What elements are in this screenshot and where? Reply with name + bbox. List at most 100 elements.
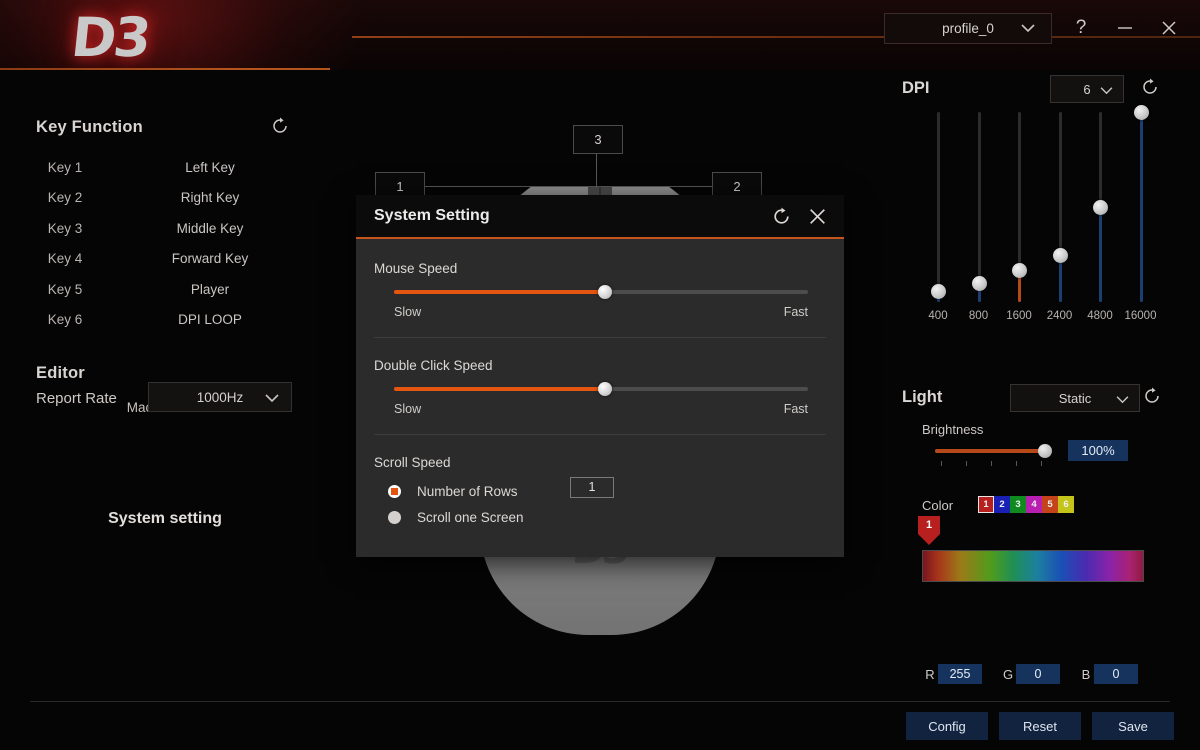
brightness-handle[interactable] — [1038, 444, 1052, 458]
key-function-list: Key 1 Left Key Key 2 Right Key Key 3 Mid… — [0, 152, 330, 335]
right-panel: DPI 6 400 800 1600 2400 4800 16000 Light Stat… — [890, 70, 1200, 700]
divider — [374, 337, 826, 338]
color-swatch[interactable]: 2 — [994, 496, 1010, 513]
mouse-speed-handle[interactable] — [598, 285, 613, 299]
brightness-label: Brightness — [922, 422, 984, 437]
scroll-screen-label: Scroll one Screen — [417, 509, 524, 525]
color-swatch[interactable]: 6 — [1058, 496, 1074, 513]
dpi-stage-track — [977, 112, 981, 302]
mouse-speed-range-labels: Slow Fast — [394, 305, 808, 319]
mouse-speed-slider[interactable] — [394, 284, 808, 300]
report-rate-value: 1000Hz — [196, 389, 244, 405]
sidebar: Key Function Key 1 Left Key Key 2 Right … — [0, 70, 330, 700]
minimize-button[interactable] — [1110, 14, 1140, 42]
key-value: Right Key — [180, 190, 240, 206]
divider — [374, 434, 826, 435]
double-click-speed-label: Double Click Speed — [374, 358, 493, 373]
dpi-stage-handle[interactable] — [931, 283, 946, 299]
hue-gradient-bar[interactable] — [922, 550, 1144, 582]
green-value-input[interactable]: 0 — [1016, 664, 1060, 684]
key-value: DPI LOOP — [178, 312, 242, 328]
red-value-input[interactable]: 255 — [938, 664, 982, 684]
radio-number-of-rows[interactable] — [388, 484, 401, 498]
rows-value-input[interactable]: 1 — [570, 477, 614, 498]
color-swatch[interactable]: 4 — [1026, 496, 1042, 513]
system-setting-button[interactable]: System setting — [0, 510, 330, 528]
double-click-speed-slider[interactable] — [394, 381, 808, 397]
dialog-body: Mouse Speed Slow Fast Double Click Speed… — [356, 241, 844, 557]
light-mode-dropdown[interactable]: Static — [1010, 384, 1140, 412]
chevron-down-icon — [1021, 23, 1035, 33]
color-swatch[interactable]: 5 — [1042, 496, 1058, 513]
scroll-rows-option[interactable]: Number of Rows 1 — [388, 477, 614, 502]
profile-dropdown[interactable]: profile_0 — [884, 13, 1052, 44]
mouse-speed-max-label: Fast — [783, 305, 808, 319]
chevron-down-icon — [265, 391, 279, 406]
key-function-row[interactable]: Key 2 Right Key — [0, 183, 330, 214]
dpi-stage-handle[interactable] — [1133, 105, 1149, 120]
brightness-fill — [935, 449, 1045, 453]
key-function-reset-icon[interactable] — [270, 116, 290, 141]
footer-bar: Config Reset Save — [0, 702, 1200, 750]
brightness-ticks — [935, 461, 1045, 467]
color-swatch[interactable]: 1 — [978, 496, 994, 513]
key-function-row[interactable]: Key 3 Middle Key — [0, 213, 330, 244]
key-label: Key 6 — [47, 312, 83, 328]
dialog-header: System Setting — [356, 195, 844, 239]
stage-mask — [480, 165, 720, 187]
hue-marker-tip — [918, 534, 940, 545]
rgb-inputs: R 255 G 0 B 0 — [922, 664, 1156, 684]
report-rate-dropdown[interactable]: 1000Hz — [148, 382, 292, 412]
key-label: Key 2 — [47, 190, 83, 206]
dpi-title: DPI — [902, 79, 930, 97]
callout-key-3[interactable]: 3 — [573, 125, 623, 154]
scroll-screen-option[interactable]: Scroll one Screen — [388, 506, 524, 528]
dpi-stage-fill — [1099, 207, 1102, 302]
key-value: Middle Key — [176, 220, 244, 236]
key-function-title: Key Function — [36, 118, 143, 136]
key-function-row[interactable]: Key 4 Forward Key — [0, 244, 330, 275]
dpi-stage-handle[interactable] — [971, 276, 987, 291]
color-swatch[interactable]: 3 — [1010, 496, 1026, 513]
config-button[interactable]: Config — [906, 712, 988, 740]
dialog-reset-icon[interactable] — [771, 206, 792, 232]
key-function-row[interactable]: Key 1 Left Key — [0, 152, 330, 183]
double-click-speed-max-label: Fast — [783, 402, 808, 416]
profile-dropdown-value: profile_0 — [942, 21, 994, 36]
mouse-speed-min-label: Slow — [394, 305, 422, 319]
dpi-stage-handle[interactable] — [1093, 200, 1108, 215]
dialog-close-icon[interactable] — [807, 206, 828, 232]
radio-scroll-one-screen[interactable] — [388, 510, 401, 524]
mouse-speed-fill — [394, 290, 606, 294]
brightness-tick — [941, 461, 942, 466]
dpi-count-value: 6 — [1083, 81, 1091, 97]
key-function-row[interactable]: Key 6 DPI LOOP — [0, 305, 330, 336]
double-click-speed-handle[interactable] — [598, 382, 613, 396]
key-value: Forward Key — [171, 251, 249, 267]
key-label: Key 1 — [47, 159, 83, 175]
dpi-reset-icon[interactable] — [1140, 77, 1160, 102]
save-button[interactable]: Save — [1092, 712, 1174, 740]
double-click-speed-min-label: Slow — [394, 402, 422, 416]
dpi-stage-handle[interactable] — [1052, 247, 1068, 263]
header-accent-diagonal — [304, 38, 376, 70]
dpi-stage-handle[interactable] — [1012, 262, 1027, 278]
dialog-title: System Setting — [374, 207, 490, 224]
key-value: Player — [190, 281, 230, 297]
help-button[interactable]: ? — [1068, 14, 1094, 42]
blue-value-input[interactable]: 0 — [1094, 664, 1138, 684]
double-click-speed-range-labels: Slow Fast — [394, 402, 808, 416]
app-window: D3 profile_0 ? Key Function Key 1 Left K… — [0, 0, 1200, 750]
key-label: Key 5 — [47, 281, 83, 297]
dpi-count-dropdown[interactable]: 6 — [1050, 75, 1124, 103]
key-function-row[interactable]: Key 5 Player — [0, 274, 330, 305]
light-reset-icon[interactable] — [1142, 386, 1162, 411]
brightness-slider[interactable] — [935, 444, 1052, 458]
light-title: Light — [902, 388, 943, 406]
hue-marker[interactable]: 1 — [918, 516, 940, 546]
title-bar: D3 profile_0 ? — [0, 0, 1200, 70]
color-label: Color — [922, 498, 954, 513]
close-button[interactable] — [1154, 14, 1184, 42]
chevron-down-icon — [1100, 83, 1113, 98]
reset-button[interactable]: Reset — [999, 712, 1081, 740]
